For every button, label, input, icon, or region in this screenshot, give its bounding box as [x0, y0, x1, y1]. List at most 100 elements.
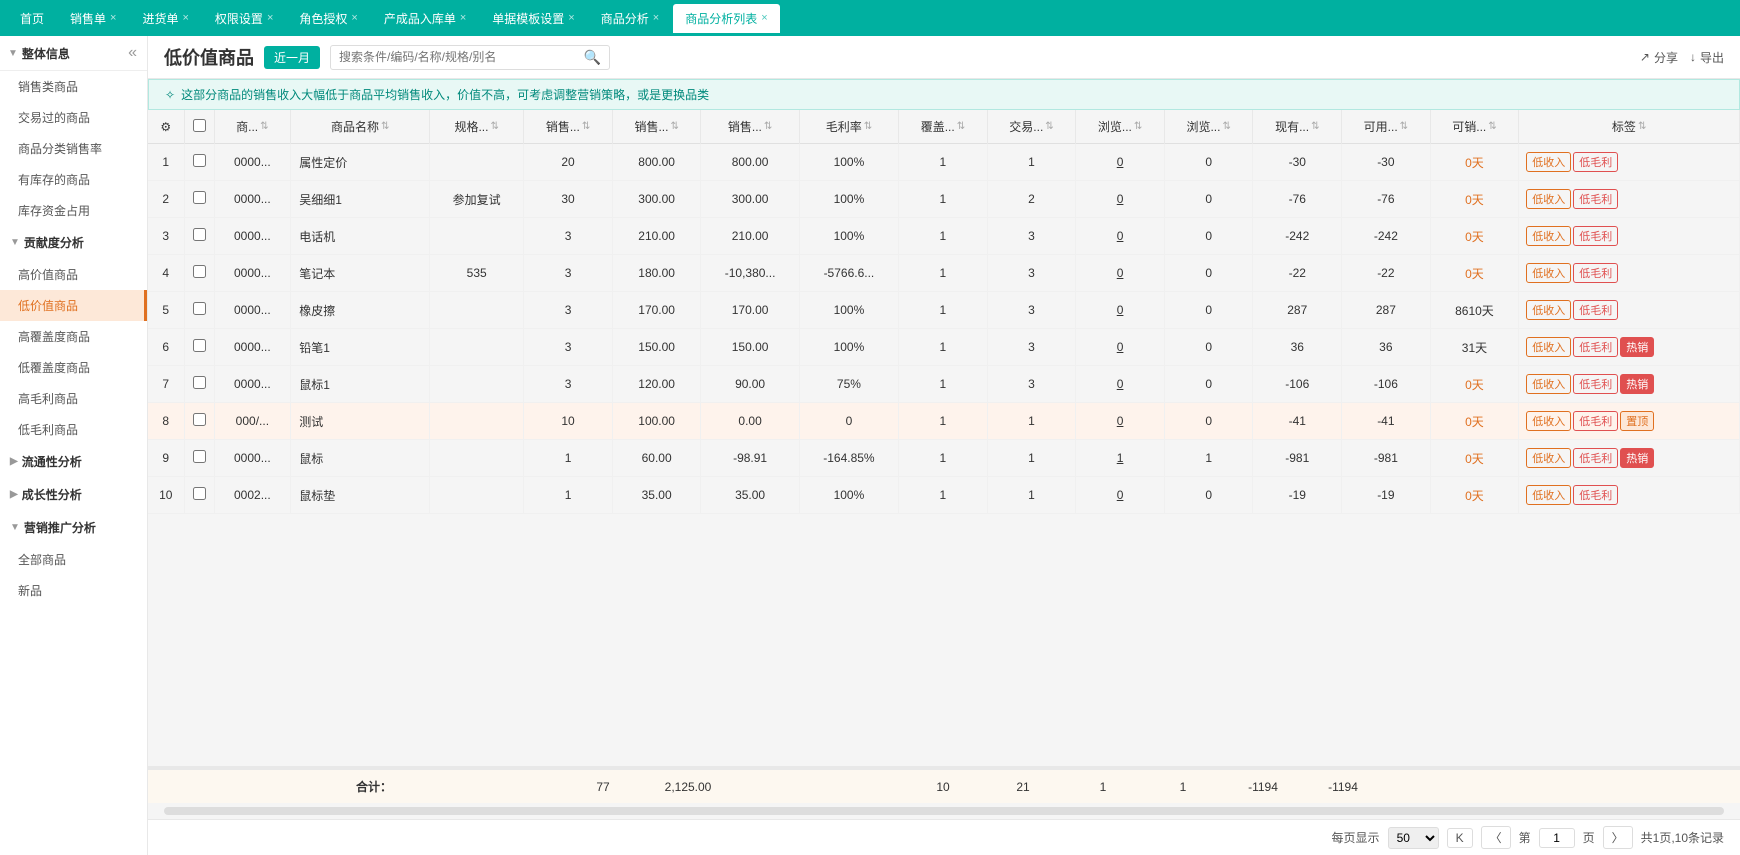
nav-home[interactable]: 首页 [8, 4, 56, 33]
browse-link[interactable]: 0 [1117, 488, 1124, 502]
nav-sales-order[interactable]: 销售单 × [58, 4, 128, 33]
row-browse1[interactable]: 0 [1076, 292, 1165, 329]
row-name[interactable]: 鼠标垫 [291, 477, 430, 514]
sidebar-collapse-button[interactable]: « [126, 42, 139, 64]
page-number-input[interactable] [1539, 828, 1575, 848]
nav-product-analysis[interactable]: 商品分析 × [589, 4, 671, 33]
sort-icon[interactable]: ⇅ [1134, 121, 1142, 132]
row-checkbox[interactable] [184, 144, 214, 181]
sidebar-item-low-margin[interactable]: 低毛利商品 [0, 414, 147, 445]
close-icon[interactable]: × [110, 12, 116, 24]
row-checkbox[interactable] [184, 440, 214, 477]
sidebar-item-high-margin[interactable]: 高毛利商品 [0, 383, 147, 414]
sidebar-group-contribution[interactable]: ▼ 贡献度分析 [0, 226, 147, 259]
browse-link[interactable]: 0 [1117, 377, 1124, 391]
first-page-button[interactable]: K [1447, 828, 1473, 848]
close-icon[interactable]: × [653, 12, 659, 24]
row-name[interactable]: 铅笔1 [291, 329, 430, 366]
row-select-checkbox[interactable] [193, 191, 206, 204]
row-checkbox[interactable] [184, 403, 214, 440]
row-browse1[interactable]: 0 [1076, 255, 1165, 292]
sidebar-group-overall[interactable]: ▼ 整体信息 [8, 45, 70, 62]
nav-role-auth[interactable]: 角色授权 × [287, 4, 369, 33]
close-icon[interactable]: × [351, 12, 357, 24]
row-checkbox[interactable] [184, 329, 214, 366]
row-select-checkbox[interactable] [193, 487, 206, 500]
sidebar-group-marketing[interactable]: ▼ 营销推广分析 [0, 511, 147, 544]
row-select-checkbox[interactable] [193, 376, 206, 389]
nav-product-analysis-list[interactable]: 商品分析列表 × [673, 4, 779, 33]
sort-icon[interactable]: ⇅ [864, 121, 872, 132]
row-browse1[interactable]: 0 [1076, 403, 1165, 440]
next-page-button[interactable]: 〉 [1603, 826, 1633, 849]
sort-icon[interactable]: ⇅ [490, 121, 498, 132]
sidebar-item-high-coverage[interactable]: 高覆盖度商品 [0, 321, 147, 352]
row-name[interactable]: 笔记本 [291, 255, 430, 292]
close-icon[interactable]: × [568, 12, 574, 24]
row-select-checkbox[interactable] [193, 339, 206, 352]
sidebar-item-inventory-capital[interactable]: 库存资金占用 [0, 195, 147, 226]
browse-link[interactable]: 1 [1117, 451, 1124, 465]
sort-icon[interactable]: ⇅ [957, 121, 965, 132]
sidebar-item-inventory-products[interactable]: 有库存的商品 [0, 164, 147, 195]
row-select-checkbox[interactable] [193, 154, 206, 167]
row-select-checkbox[interactable] [193, 413, 206, 426]
row-browse1[interactable]: 0 [1076, 144, 1165, 181]
row-browse1[interactable]: 0 [1076, 366, 1165, 403]
row-browse1[interactable]: 0 [1076, 218, 1165, 255]
row-select-checkbox[interactable] [193, 228, 206, 241]
horizontal-scrollbar[interactable] [164, 807, 1724, 815]
filter-date-button[interactable]: 近一月 [264, 46, 320, 69]
sort-icon[interactable]: ⇅ [1311, 121, 1319, 132]
row-name[interactable]: 鼠标 [291, 440, 430, 477]
row-select-checkbox[interactable] [193, 302, 206, 315]
row-checkbox[interactable] [184, 181, 214, 218]
row-name[interactable]: 电话机 [291, 218, 430, 255]
sort-icon[interactable]: ⇅ [582, 121, 590, 132]
row-name[interactable]: 橡皮擦 [291, 292, 430, 329]
row-browse1[interactable]: 1 [1076, 440, 1165, 477]
row-checkbox[interactable] [184, 366, 214, 403]
row-checkbox[interactable] [184, 292, 214, 329]
nav-template-settings[interactable]: 单据模板设置 × [480, 4, 586, 33]
export-button[interactable]: ↓ 导出 [1690, 49, 1724, 66]
sort-icon[interactable]: ⇅ [1638, 121, 1646, 132]
close-icon[interactable]: × [182, 12, 188, 24]
sidebar-item-new-products[interactable]: 新品 [0, 575, 147, 606]
close-icon[interactable]: × [460, 12, 466, 24]
select-all-checkbox[interactable] [193, 119, 206, 132]
browse-link[interactable]: 0 [1117, 266, 1124, 280]
sidebar-item-category-sales[interactable]: 商品分类销售率 [0, 133, 147, 164]
search-icon[interactable]: 🔍 [584, 49, 601, 66]
sidebar-item-low-value[interactable]: 低价值商品 [0, 290, 147, 321]
nav-purchase-order[interactable]: 进货单 × [130, 4, 200, 33]
row-browse1[interactable]: 0 [1076, 329, 1165, 366]
sort-icon[interactable]: ⇅ [381, 121, 389, 132]
close-icon[interactable]: × [761, 12, 767, 24]
close-icon[interactable]: × [267, 12, 273, 24]
sort-icon[interactable]: ⇅ [1222, 121, 1230, 132]
row-name[interactable]: 测试 [291, 403, 430, 440]
row-checkbox[interactable] [184, 218, 214, 255]
sidebar-group-growth[interactable]: ▶ 成长性分析 [0, 478, 147, 511]
sort-icon[interactable]: ⇅ [260, 121, 268, 132]
row-name[interactable]: 鼠标1 [291, 366, 430, 403]
page-size-select[interactable]: 50 100 200 [1388, 827, 1439, 849]
row-name[interactable]: 属性定价 [291, 144, 430, 181]
browse-link[interactable]: 0 [1117, 192, 1124, 206]
row-browse1[interactable]: 0 [1076, 477, 1165, 514]
browse-link[interactable]: 0 [1117, 303, 1124, 317]
browse-link[interactable]: 0 [1117, 414, 1124, 428]
sidebar-item-high-value[interactable]: 高价值商品 [0, 259, 147, 290]
nav-product-inbound[interactable]: 产成品入库单 × [372, 4, 478, 33]
sort-icon[interactable]: ⇅ [670, 121, 678, 132]
nav-permission[interactable]: 权限设置 × [203, 4, 285, 33]
sidebar-item-low-coverage[interactable]: 低覆盖度商品 [0, 352, 147, 383]
sidebar-item-traded-products[interactable]: 交易过的商品 [0, 102, 147, 133]
browse-link[interactable]: 0 [1117, 155, 1124, 169]
browse-link[interactable]: 0 [1117, 340, 1124, 354]
sidebar-item-all-products[interactable]: 全部商品 [0, 544, 147, 575]
col-settings[interactable]: ⚙ [148, 110, 184, 144]
settings-icon[interactable]: ⚙ [160, 120, 171, 134]
prev-page-button[interactable]: 〈 [1481, 826, 1511, 849]
